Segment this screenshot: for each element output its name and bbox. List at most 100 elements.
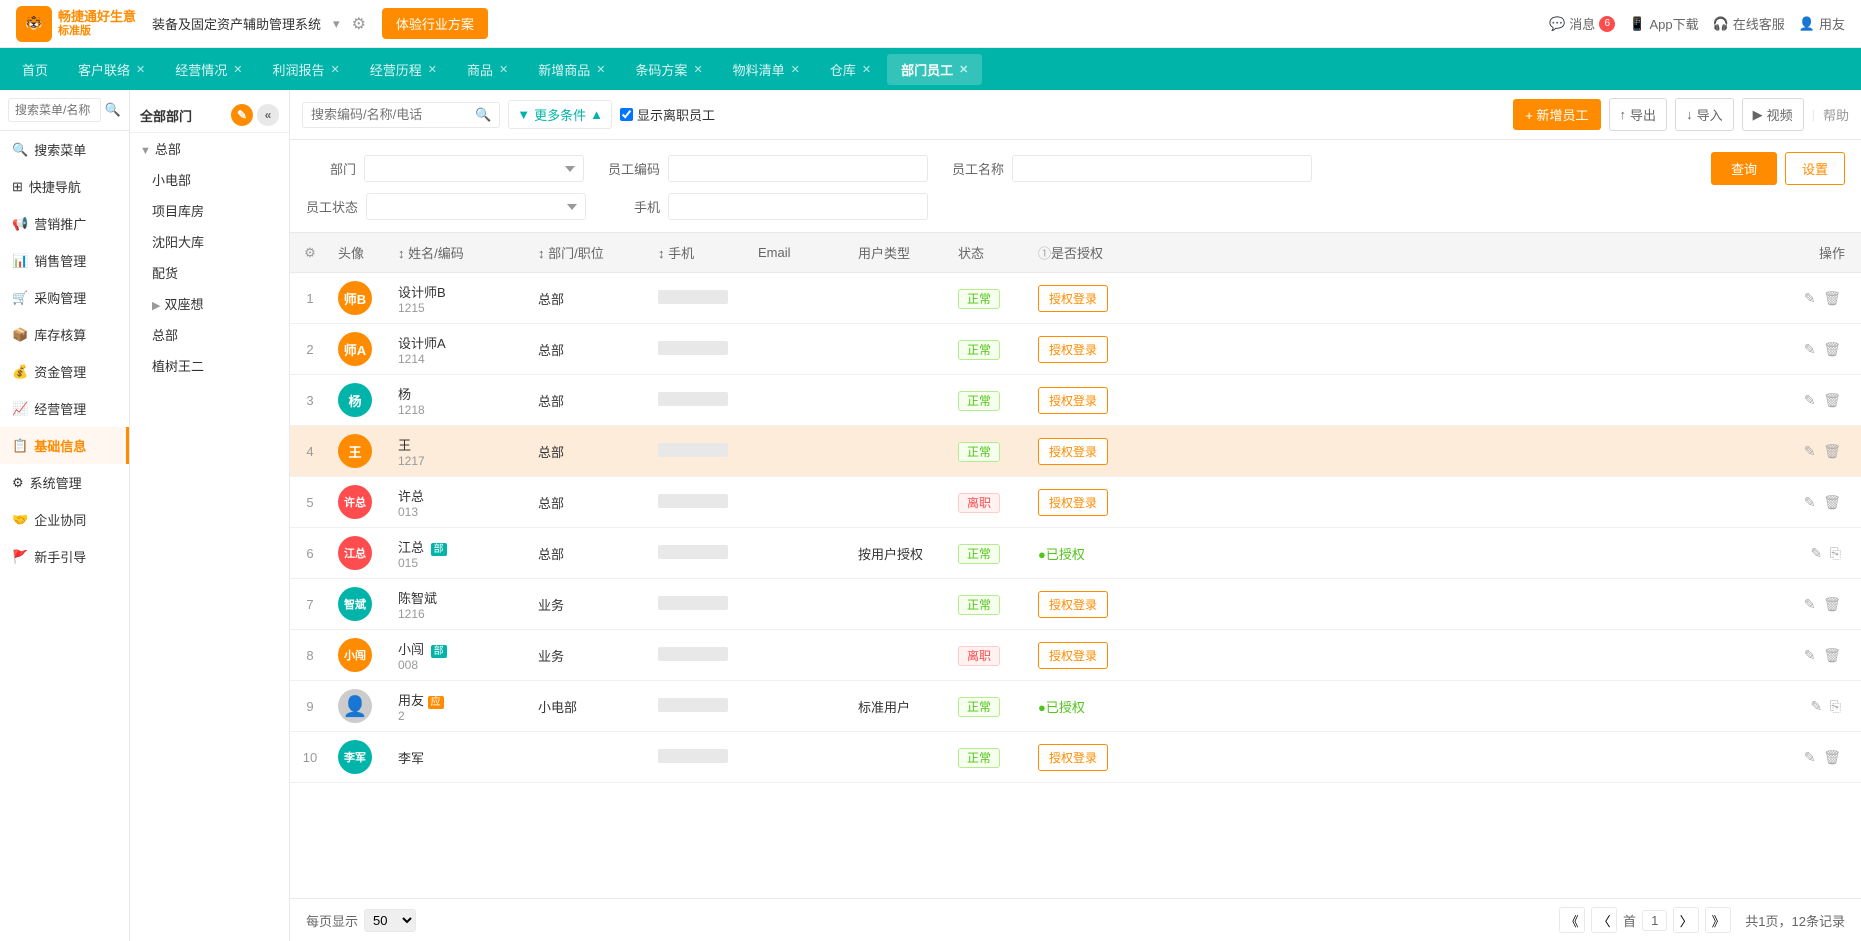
sidebar-item-nav[interactable]: ⊞ 快捷导航 xyxy=(0,168,129,205)
sidebar-item-collab[interactable]: 🤝 企业协同 xyxy=(0,501,129,538)
dept-edit-btn[interactable]: ✎ xyxy=(231,104,253,126)
tab-home[interactable]: 首页 xyxy=(8,54,62,85)
tab-warehouse[interactable]: 仓库 ✕ xyxy=(816,54,885,85)
delete-btn[interactable]: 🗑 xyxy=(1823,596,1841,612)
sidebar-item-sales[interactable]: 📊 销售管理 xyxy=(0,242,129,279)
dept-node-xiangmu[interactable]: 项目库房 xyxy=(130,195,289,226)
close-icon[interactable]: ✕ xyxy=(693,63,702,76)
page-number[interactable]: 1 xyxy=(1642,910,1667,931)
dept-node-zongbu-sub[interactable]: 总部 xyxy=(130,319,289,350)
edit-btn[interactable]: ✎ xyxy=(1804,290,1816,306)
sort-icon[interactable]: ↕ xyxy=(538,246,545,261)
dept-node-shuangzuoxiang[interactable]: ▶双座想 xyxy=(130,288,289,319)
close-icon[interactable]: ✕ xyxy=(862,63,871,76)
add-employee-btn[interactable]: + 新增员工 xyxy=(1513,99,1600,130)
sidebar-item-inventory[interactable]: 📦 库存核算 xyxy=(0,316,129,353)
close-icon[interactable]: ✕ xyxy=(331,63,340,76)
per-page-select[interactable]: 50 20 100 xyxy=(364,909,416,932)
edit-btn[interactable]: ✎ xyxy=(1810,698,1822,714)
dropdown-icon[interactable]: ▾ xyxy=(333,16,340,32)
next-page-btn[interactable]: 〉 xyxy=(1673,907,1699,933)
sidebar-item-marketing[interactable]: 📢 营销推广 xyxy=(0,205,129,242)
close-icon[interactable]: ✕ xyxy=(233,63,242,76)
sidebar-item-finance[interactable]: 💰 资金管理 xyxy=(0,353,129,390)
delete-btn[interactable]: 🗑 xyxy=(1823,290,1841,306)
delete-btn[interactable]: 🗑 xyxy=(1823,749,1841,765)
set-btn[interactable]: 设置 xyxy=(1785,152,1845,185)
dept-node-zongbu-root[interactable]: ▼总部 xyxy=(130,133,289,164)
close-icon[interactable]: ✕ xyxy=(791,63,800,76)
close-icon[interactable]: ✕ xyxy=(428,63,437,76)
sidebar-item-ops[interactable]: 📈 经营管理 xyxy=(0,390,129,427)
tab-profit[interactable]: 利润报告 ✕ xyxy=(258,54,353,85)
delete-btn[interactable]: 🗑 xyxy=(1823,647,1841,663)
settings-icon[interactable]: ⚙ xyxy=(352,14,366,34)
dept-node-xiaodianbu[interactable]: 小电部 xyxy=(130,164,289,195)
online-service-btn[interactable]: 🎧 在线客服 xyxy=(1713,14,1785,33)
search-input[interactable] xyxy=(311,107,471,122)
close-icon[interactable]: ✕ xyxy=(499,63,508,76)
sidebar-search-input[interactable] xyxy=(8,98,101,122)
edit-btn[interactable]: ✎ xyxy=(1810,545,1822,561)
experience-btn[interactable]: 体验行业方案 xyxy=(382,8,488,39)
user-btn[interactable]: 👤 用友 xyxy=(1799,14,1845,33)
emp-code-input[interactable] xyxy=(668,155,928,182)
edit-btn[interactable]: ✎ xyxy=(1804,443,1816,459)
tab-process[interactable]: 经营历程 ✕ xyxy=(356,54,451,85)
edit-btn[interactable]: ✎ xyxy=(1804,647,1816,663)
sort-icon[interactable]: ↕ xyxy=(658,246,665,261)
filter-btn[interactable]: ▼ 更多条件 ▲ xyxy=(508,100,612,129)
auth-btn[interactable]: 授权登录 xyxy=(1038,489,1108,516)
sidebar-item-system[interactable]: ⚙ 系统管理 xyxy=(0,464,129,501)
resigned-checkbox[interactable] xyxy=(620,108,633,121)
auth-btn[interactable]: 授权登录 xyxy=(1038,285,1108,312)
dept-node-shenyang[interactable]: 沈阳大库 xyxy=(130,226,289,257)
sidebar-item-guide[interactable]: 🚩 新手引导 xyxy=(0,538,129,575)
sidebar-item-basic[interactable]: 📋 基础信息 xyxy=(0,427,129,464)
export-btn[interactable]: ↑ 导出 xyxy=(1609,98,1668,131)
show-resigned-check[interactable]: 显示离职员工 xyxy=(620,105,715,124)
copy-btn[interactable]: ⎘ xyxy=(1830,545,1841,561)
search-btn[interactable]: 查询 xyxy=(1711,152,1777,185)
tab-operation[interactable]: 经营情况 ✕ xyxy=(161,54,256,85)
dept-collapse-btn[interactable]: « xyxy=(257,104,279,126)
delete-btn[interactable]: 🗑 xyxy=(1823,392,1841,408)
close-icon[interactable]: ✕ xyxy=(596,63,605,76)
prev-page-btn[interactable]: 〈 xyxy=(1591,907,1617,933)
close-icon[interactable]: ✕ xyxy=(959,63,968,76)
tab-barcode[interactable]: 条码方案 ✕ xyxy=(621,54,716,85)
help-label[interactable]: 帮助 xyxy=(1823,105,1849,124)
emp-status-select[interactable] xyxy=(366,193,586,220)
sidebar-item-purchase[interactable]: 🛒 采购管理 xyxy=(0,279,129,316)
app-download-btn[interactable]: 📱 App下载 xyxy=(1629,14,1698,33)
auth-btn[interactable]: 授权登录 xyxy=(1038,591,1108,618)
emp-name-input[interactable] xyxy=(1012,155,1312,182)
edit-btn[interactable]: ✎ xyxy=(1804,749,1816,765)
message-btn[interactable]: 💬 消息 6 xyxy=(1549,14,1615,33)
delete-btn[interactable]: 🗑 xyxy=(1823,494,1841,510)
edit-btn[interactable]: ✎ xyxy=(1804,596,1816,612)
sidebar-item-search[interactable]: 🔍 搜索菜单 xyxy=(0,131,129,168)
edit-btn[interactable]: ✎ xyxy=(1804,341,1816,357)
auth-btn[interactable]: 授权登录 xyxy=(1038,438,1108,465)
tab-dept-staff[interactable]: 部门员工 ✕ xyxy=(887,54,982,85)
import-btn[interactable]: ↓ 导入 xyxy=(1675,98,1734,131)
dept-select[interactable] xyxy=(364,155,584,182)
delete-btn[interactable]: 🗑 xyxy=(1823,341,1841,357)
dept-node-peihuo[interactable]: 配货 xyxy=(130,257,289,288)
sort-icon[interactable]: ↕ xyxy=(398,246,405,261)
first-page-btn[interactable]: 《 xyxy=(1559,907,1585,933)
copy-btn[interactable]: ⎘ xyxy=(1830,698,1841,714)
tab-customer[interactable]: 客户联络 ✕ xyxy=(64,54,159,85)
tab-goods[interactable]: 商品 ✕ xyxy=(453,54,522,85)
auth-btn[interactable]: 授权登录 xyxy=(1038,387,1108,414)
auth-btn[interactable]: 授权登录 xyxy=(1038,744,1108,771)
dept-node-zhishu[interactable]: 植树王二 xyxy=(130,350,289,381)
edit-btn[interactable]: ✎ xyxy=(1804,494,1816,510)
tab-bom[interactable]: 物料清单 ✕ xyxy=(719,54,814,85)
last-page-btn[interactable]: 》 xyxy=(1705,907,1731,933)
view-btn[interactable]: ▶ 视频 xyxy=(1742,98,1804,131)
auth-btn[interactable]: 授权登录 xyxy=(1038,642,1108,669)
auth-btn[interactable]: 授权登录 xyxy=(1038,336,1108,363)
close-icon[interactable]: ✕ xyxy=(136,63,145,76)
